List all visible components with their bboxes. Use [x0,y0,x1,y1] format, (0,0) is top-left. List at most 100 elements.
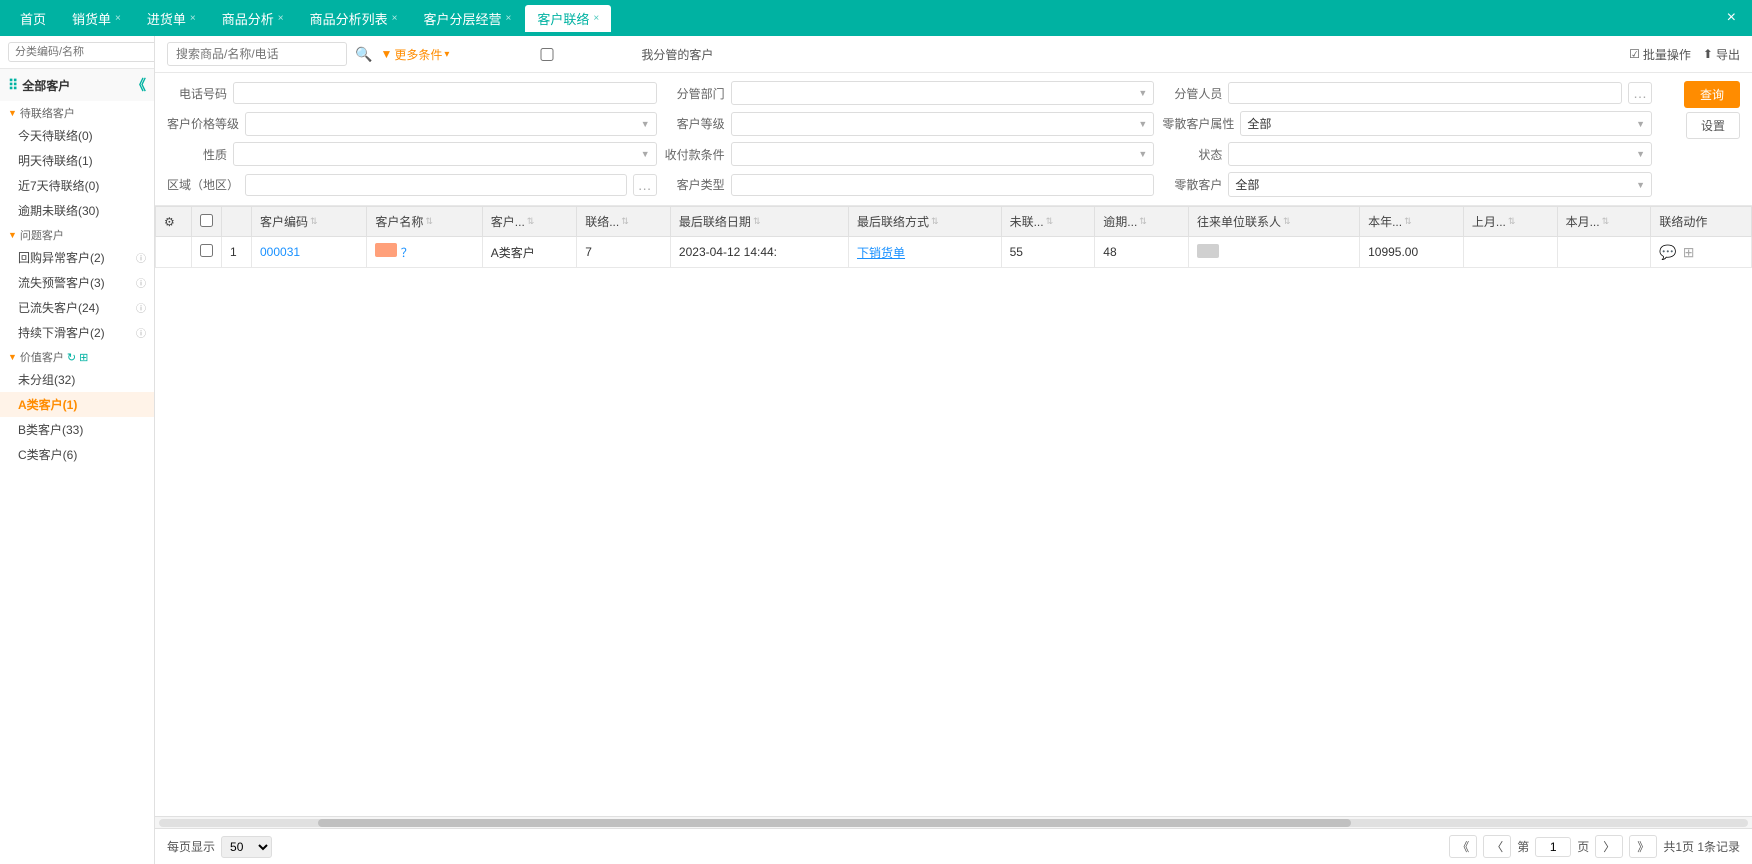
nav-purchase-order[interactable]: 进货单 × [135,5,208,32]
more-conditions-button[interactable]: ▼ 更多条件 ▾ [380,46,449,63]
page-number-input[interactable] [1535,837,1571,857]
sidebar-item-declining[interactable]: 持续下滑客户(2) ⓘ [0,320,154,345]
triangle-icon3: ▼ [8,352,17,362]
my-customers-filter[interactable]: 我分管的客户 [457,46,713,63]
sparse-attr-select[interactable]: 全部 ▼ [1240,111,1652,136]
sidebar: 🔍 ⠿ 全部客户 《 ▼ 待联络客户 今天待联络(0) 明天待联络(1) [0,36,155,864]
last-method-link[interactable]: 下销货单 [857,246,905,260]
manager-input[interactable] [1228,82,1622,104]
payment-select[interactable]: ▼ [731,142,1155,166]
cell-code[interactable]: 000031 [252,237,367,268]
filter-payment: 收付款条件 ▼ [665,142,1155,166]
sidebar-item-today-contact[interactable]: 今天待联络(0) [0,123,154,148]
price-level-select[interactable]: ▼ [245,112,657,136]
last-page-button[interactable]: 》 [1629,835,1657,858]
per-page-select[interactable]: 50 100 200 [221,836,272,858]
select-all-checkbox[interactable] [200,214,213,227]
cell-checkbox [192,237,222,268]
th-customer-type: 客户...⇅ [482,207,576,237]
query-button[interactable]: 查询 [1684,81,1740,108]
th-settings[interactable]: ⚙ [156,207,192,237]
sort-person-icon: ⇅ [1283,216,1291,227]
filter-row-4: 区域（地区） … 客户类型 零散客户 全部 ▼ [167,172,1652,197]
phone-input[interactable] [233,82,657,104]
sidebar-item-repurchase-abnormal[interactable]: 回购异常客户(2) ⓘ [0,245,154,270]
export-icon: ⬆ [1703,47,1713,61]
window-close-button[interactable]: × [1719,9,1744,27]
customer-level-select[interactable]: ▼ [731,112,1155,136]
cell-type: A类客户 [482,237,576,268]
region-dots-icon[interactable]: … [633,174,657,196]
close-sales-order-icon[interactable]: × [115,13,121,24]
grid-action-icon[interactable]: ⊞ [1683,244,1695,261]
dept-select[interactable]: ▼ [731,81,1155,105]
filter-customer-level: 客户等级 ▼ [665,112,1155,136]
filter-sparse-customer: 零散客户 全部 ▼ [1162,172,1652,197]
sidebar-search-area: 🔍 [0,36,154,69]
price-level-label: 客户价格等级 [167,115,239,132]
nav-sales-order[interactable]: 销货单 × [60,5,133,32]
edit-group-icon[interactable]: ⊞ [79,351,88,364]
my-customers-checkbox[interactable] [457,48,637,61]
search-input[interactable] [167,42,347,66]
region-input[interactable] [245,174,627,196]
sidebar-item-churn-warning[interactable]: 流失预警客户(3) ⓘ [0,270,154,295]
nav-product-analysis[interactable]: 商品分析 × [210,5,296,32]
customer-type-input[interactable] [731,174,1155,196]
settings-button[interactable]: 设置 [1686,112,1740,139]
sidebar-search-input[interactable] [8,42,155,62]
horizontal-scrollbar[interactable] [155,816,1752,828]
sort-this-month-icon: ⇅ [1602,216,1610,227]
nav-product-analysis-list[interactable]: 商品分析列表 × [298,5,410,32]
nav-home[interactable]: 首页 [8,5,58,32]
cell-no: 1 [222,237,252,268]
cell-contact-person [1189,237,1360,268]
sparse-customer-select[interactable]: 全部 ▼ [1228,172,1652,197]
footer-pagination-left: 每页显示 50 100 200 [167,836,272,858]
sidebar-item-tomorrow-contact[interactable]: 明天待联络(1) [0,148,154,173]
payment-arrow-icon: ▼ [1138,149,1147,159]
sidebar-all-customers[interactable]: ⠿ 全部客户 《 [0,69,154,101]
filter-price-level: 客户价格等级 ▼ [167,112,657,136]
filter-search-icon[interactable]: 🔍 [355,46,372,63]
collapse-sidebar-icon[interactable]: 《 [132,75,146,95]
sidebar-item-overdue-contact[interactable]: 逾期未联络(30) [0,198,154,223]
close-customer-contact-icon[interactable]: × [593,13,599,24]
cell-last-method: 下销货单 [849,237,1002,268]
nav-customer-contact[interactable]: 客户联络 × [525,5,611,32]
batch-operation-button[interactable]: ☑ 批量操作 [1629,46,1691,63]
row-checkbox[interactable] [200,244,213,257]
th-customer-name: 客户名称⇅ [367,207,482,237]
close-purchase-order-icon[interactable]: × [190,13,196,24]
nature-select[interactable]: ▼ [233,142,657,166]
sidebar-item-class-a[interactable]: A类客户(1) [0,392,154,417]
sidebar-item-class-c[interactable]: C类客户(6) [0,442,154,467]
chat-action-icon[interactable]: 💬 [1659,244,1676,261]
close-product-list-icon[interactable]: × [392,13,398,24]
sidebar-item-unclassified[interactable]: 未分组(32) [0,367,154,392]
scrollbar-thumb[interactable] [318,819,1351,827]
status-select[interactable]: ▼ [1228,142,1652,166]
dept-select-arrow-icon: ▼ [1138,88,1147,98]
table-header-row: ⚙ 客户编码⇅ 客户名称⇅ 客户...⇅ 联络...⇅ 最后联络日期⇅ 最后联络… [156,207,1752,237]
next-page-button[interactable]: 〉 [1595,835,1623,858]
table-settings-icon[interactable]: ⚙ [164,215,175,229]
name-color-dot [375,243,397,257]
sparse-customer-label: 零散客户 [1162,176,1222,193]
prev-page-button[interactable]: 〈 [1483,835,1511,858]
manager-dots-icon[interactable]: … [1628,82,1652,104]
refresh-icon[interactable]: ↻ [67,351,76,364]
nav-customer-segment[interactable]: 客户分层经营 × [411,5,523,32]
close-product-analysis-icon[interactable]: × [278,13,284,24]
first-page-button[interactable]: 《 [1449,835,1477,858]
status-label: 状态 [1162,146,1222,163]
customer-name-text[interactable]: ？ [401,246,413,260]
close-customer-segment-icon[interactable]: × [505,13,511,24]
th-last-date: 最后联络日期⇅ [670,207,848,237]
sidebar-item-7days-contact[interactable]: 近7天待联络(0) [0,173,154,198]
sidebar-item-churned[interactable]: 已流失客户(24) ⓘ [0,295,154,320]
sidebar-item-class-b[interactable]: B类客户(33) [0,417,154,442]
status-arrow-icon: ▼ [1636,149,1645,159]
batch-icon: ☑ [1629,47,1640,61]
export-button[interactable]: ⬆ 导出 [1703,46,1740,63]
